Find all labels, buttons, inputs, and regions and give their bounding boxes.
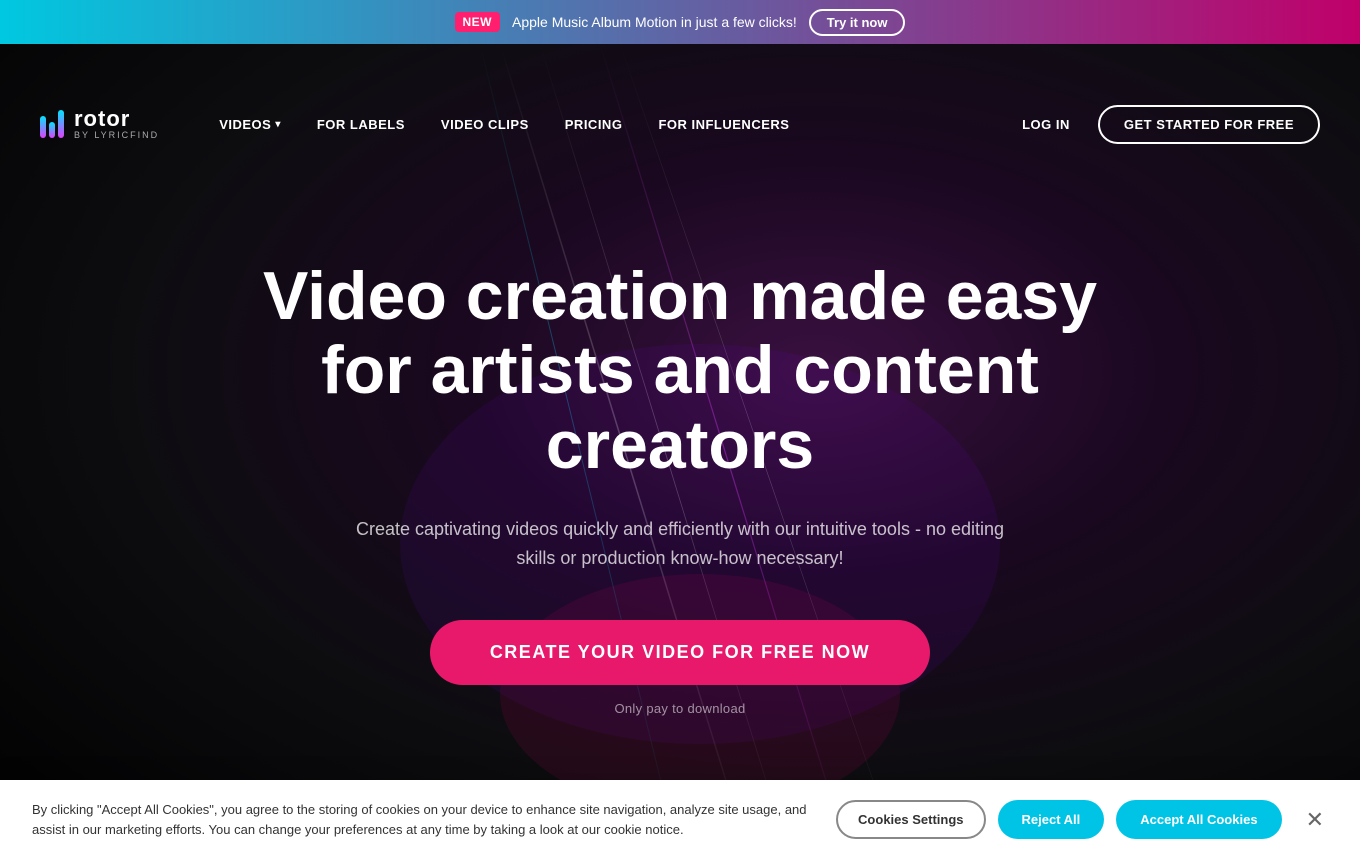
cookie-banner: By clicking "Accept All Cookies", you ag… [0, 780, 1360, 859]
cookies-settings-button[interactable]: Cookies Settings [836, 800, 985, 839]
chevron-down-icon: ▾ [275, 119, 281, 130]
logo-bar-2 [49, 122, 55, 138]
accept-all-cookies-button[interactable]: Accept All Cookies [1116, 800, 1281, 839]
logo-bar-3 [58, 110, 64, 138]
hero-section: rotor BY LYRICFIND VIDEOS ▾ FOR LABELS V… [0, 44, 1360, 859]
reject-all-button[interactable]: Reject All [998, 800, 1105, 839]
navbar: rotor BY LYRICFIND VIDEOS ▾ FOR LABELS V… [0, 88, 1360, 160]
hero-content: Video creation made easy for artists and… [190, 259, 1170, 717]
cookie-buttons: Cookies Settings Reject All Accept All C… [836, 800, 1282, 839]
hero-title: Video creation made easy for artists and… [230, 259, 1130, 483]
only-pay-text: Only pay to download [230, 701, 1130, 716]
new-badge: NEW [455, 12, 501, 32]
main-nav: VIDEOS ▾ FOR LABELS VIDEO CLIPS PRICING … [219, 117, 789, 132]
cookie-text: By clicking "Accept All Cookies", you ag… [32, 800, 816, 839]
nav-for-influencers[interactable]: FOR INFLUENCERS [658, 117, 789, 132]
nav-videos[interactable]: VIDEOS ▾ [219, 117, 281, 132]
logo-icon [40, 110, 64, 138]
logo-name: rotor [74, 108, 159, 130]
logo-text: rotor BY LYRICFIND [74, 108, 159, 140]
announcement-text: Apple Music Album Motion in just a few c… [512, 14, 797, 30]
get-started-button[interactable]: GET STARTED FOR FREE [1098, 105, 1320, 144]
announcement-bar: NEW Apple Music Album Motion in just a f… [0, 0, 1360, 44]
hero-subtitle: Create captivating videos quickly and ef… [340, 515, 1020, 573]
logo[interactable]: rotor BY LYRICFIND [40, 108, 159, 140]
logo-byline: BY LYRICFIND [74, 130, 159, 140]
logo-bar-1 [40, 116, 46, 138]
nav-pricing[interactable]: PRICING [565, 117, 623, 132]
create-video-button[interactable]: CREATE YOUR VIDEO FOR FREE NOW [430, 620, 930, 685]
try-it-now-button[interactable]: Try it now [809, 9, 906, 36]
cookie-close-button[interactable]: ✕ [1302, 805, 1328, 835]
nav-video-clips[interactable]: VIDEO CLIPS [441, 117, 529, 132]
login-link[interactable]: LOG IN [1022, 117, 1070, 132]
nav-right: LOG IN GET STARTED FOR FREE [1022, 105, 1320, 144]
nav-for-labels[interactable]: FOR LABELS [317, 117, 405, 132]
